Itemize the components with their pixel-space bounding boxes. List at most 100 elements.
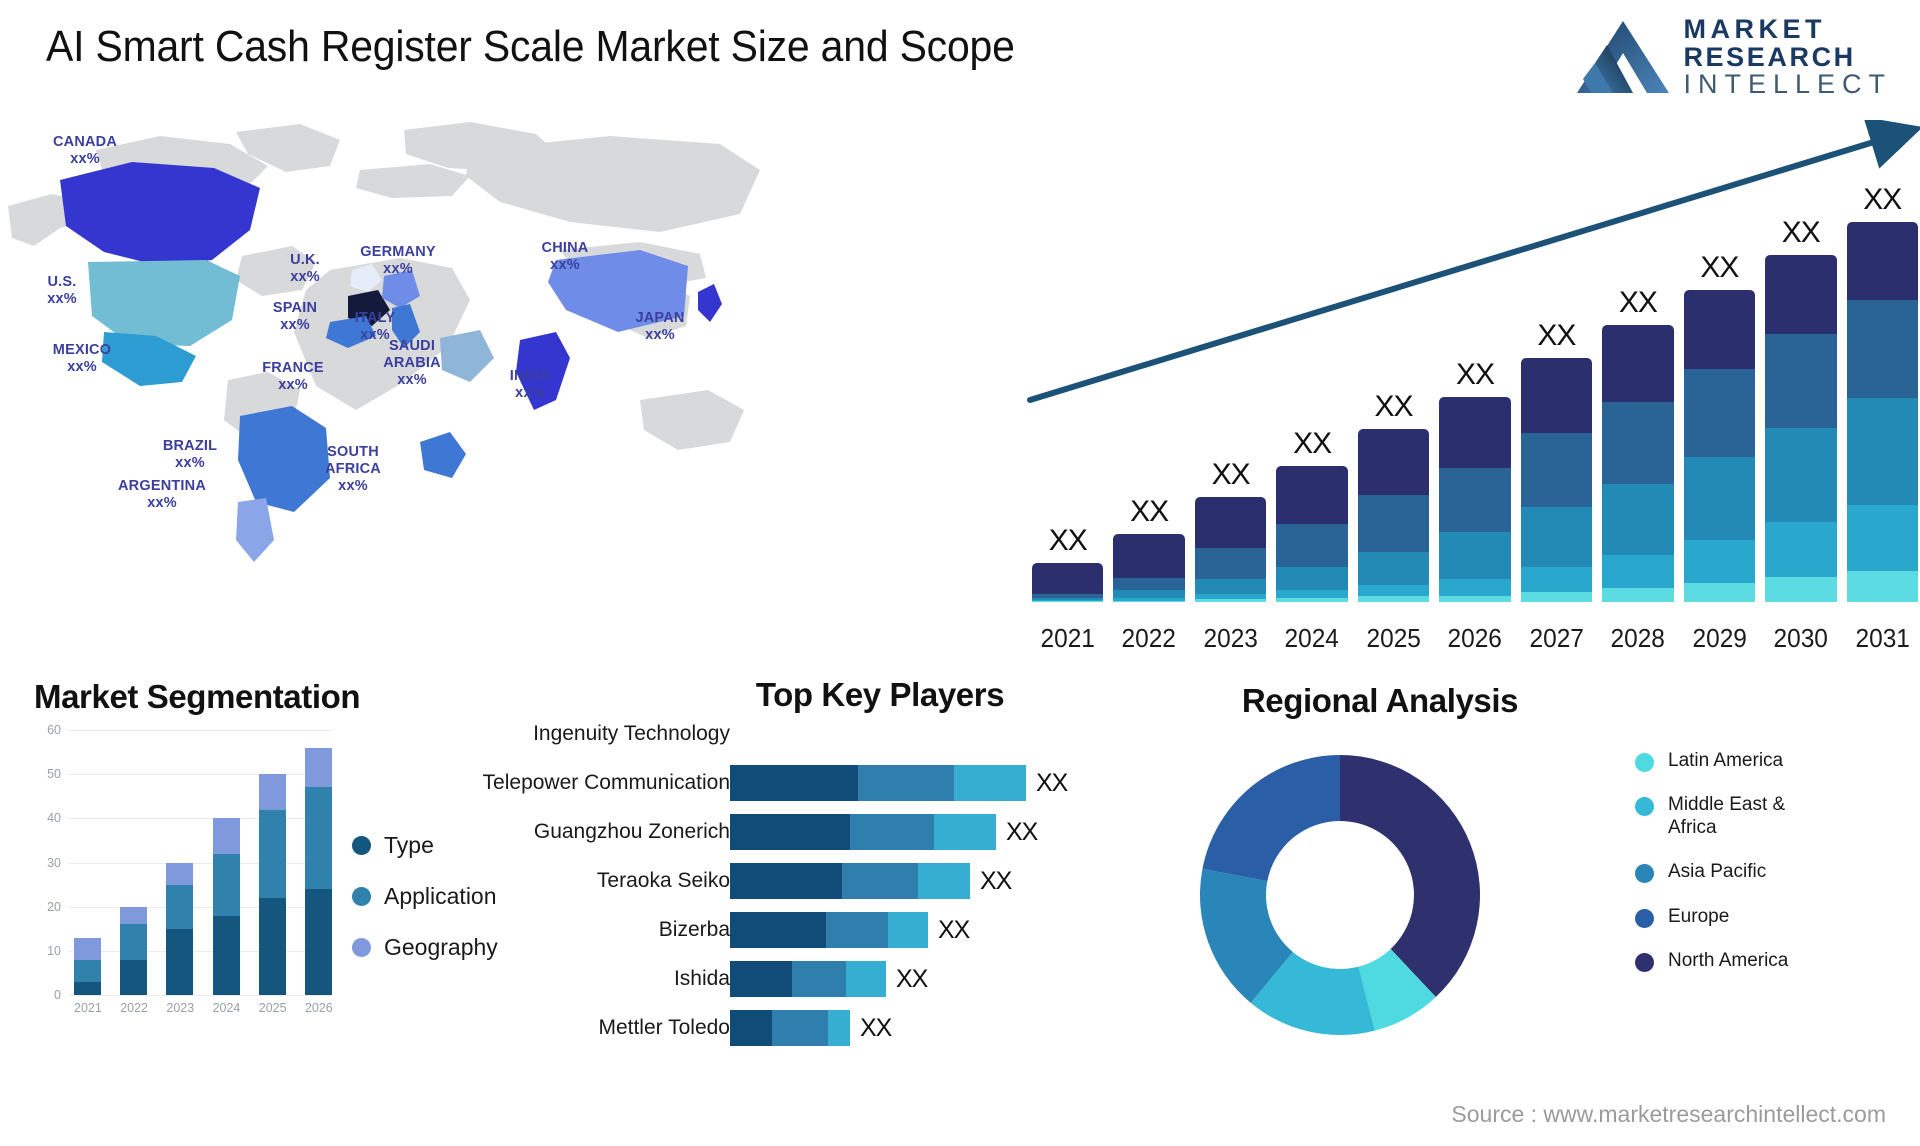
player-segment-seg-1 bbox=[730, 863, 842, 899]
forecast-year-label: 2027 bbox=[1529, 623, 1584, 653]
legend-dot-icon bbox=[1635, 864, 1654, 884]
logo-line-1: MARKET bbox=[1683, 14, 1826, 44]
segmentation-bar-2025 bbox=[258, 730, 286, 995]
forecast-year-label: 2030 bbox=[1773, 623, 1828, 653]
player-segment-seg-1 bbox=[730, 765, 858, 801]
segmentation-segment-application bbox=[166, 884, 194, 929]
regional-legend-item: Latin America bbox=[1635, 750, 1808, 772]
segmentation-y-tick: 20 bbox=[47, 899, 61, 914]
player-segment-seg-2 bbox=[792, 961, 846, 997]
forecast-segment-segment-4 bbox=[1357, 584, 1430, 597]
forecast-year-label: 2026 bbox=[1447, 623, 1503, 653]
forecast-bar-2024: XX bbox=[1276, 427, 1348, 602]
player-segment-seg-2 bbox=[850, 814, 934, 850]
segmentation-bar-2026 bbox=[304, 730, 332, 995]
segmentation-segment-application bbox=[304, 787, 332, 889]
forecast-segment-segment-1 bbox=[1113, 534, 1185, 578]
legend-dot-icon bbox=[352, 887, 371, 906]
player-segment-seg-1 bbox=[730, 814, 850, 850]
player-value: XX bbox=[1006, 817, 1038, 846]
segmentation-y-tick: 0 bbox=[54, 988, 61, 1002]
forecast-bar-stack bbox=[1846, 222, 1918, 602]
map-country-saudi bbox=[440, 330, 494, 382]
map-country-china bbox=[548, 250, 688, 332]
forecast-bar-value: XX bbox=[1374, 390, 1414, 424]
map-country-south-africa bbox=[420, 432, 466, 478]
forecast-bar-value: XX bbox=[1537, 318, 1576, 352]
segmentation-x-axis: 2021 2022 2023 2024 2025 2026 bbox=[74, 1001, 333, 1015]
forecast-segment-segment-4 bbox=[1683, 539, 1756, 583]
forecast-segment-segment-2 bbox=[1276, 524, 1348, 568]
segmentation-legend-label: Geography bbox=[384, 934, 498, 960]
forecast-segment-segment-5 bbox=[1602, 588, 1674, 602]
player-value: XX bbox=[1036, 768, 1068, 797]
infographic-page: AI Smart Cash Register Scale Market Size… bbox=[0, 0, 1920, 1146]
forecast-segment-segment-1 bbox=[1765, 254, 1837, 335]
player-segment-seg-1 bbox=[730, 961, 792, 997]
forecast-segment-segment-1 bbox=[1602, 324, 1674, 403]
regional-legend-item: Asia Pacific bbox=[1635, 861, 1808, 884]
forecast-segment-segment-5 bbox=[1439, 596, 1511, 602]
forecast-bar-stack bbox=[1194, 497, 1267, 602]
player-bar bbox=[730, 765, 1026, 801]
forecast-bar-stack bbox=[1439, 396, 1511, 603]
source-text: Source : www.marketresearchintellect.com bbox=[1451, 1101, 1886, 1127]
market-segmentation-section: Market Segmentation 0 10 20 30 40 50 60 2021 20… bbox=[22, 678, 632, 1130]
segmentation-x-label: 2022 bbox=[120, 1001, 148, 1015]
forecast-segment-segment-2 bbox=[1846, 299, 1918, 399]
forecast-segment-segment-3 bbox=[1276, 567, 1348, 591]
player-segment-seg-3 bbox=[846, 961, 886, 997]
forecast-segment-segment-1 bbox=[1439, 396, 1511, 469]
legend-dot-icon bbox=[1635, 797, 1654, 817]
segmentation-legend-item: Application bbox=[352, 883, 498, 910]
segmentation-bar-2023 bbox=[166, 730, 194, 995]
segmentation-x-label: 2021 bbox=[74, 1001, 102, 1015]
regional-legend-item: Europe bbox=[1635, 906, 1808, 928]
world-map: CANADA xx% U.S. xx% MEXICO xx% BRAZIL xx% AR… bbox=[0, 110, 810, 565]
player-value: XX bbox=[980, 866, 1012, 895]
forecast-segment-segment-4 bbox=[1765, 522, 1837, 577]
forecast-year-label: 2021 bbox=[1040, 623, 1095, 653]
player-row: Guangzhou Zonerich XX bbox=[534, 814, 1038, 850]
forecast-year-label: 2023 bbox=[1203, 623, 1258, 653]
forecast-segment-segment-5 bbox=[1357, 596, 1430, 602]
segmentation-x-label: 2026 bbox=[304, 1001, 333, 1015]
segmentation-segment-geography bbox=[258, 774, 286, 810]
player-value: XX bbox=[896, 964, 928, 993]
forecast-segment-segment-5 bbox=[1520, 592, 1593, 602]
legend-dot-icon bbox=[1635, 953, 1654, 973]
player-segment-seg-3 bbox=[828, 1010, 850, 1046]
map-country-india bbox=[516, 332, 570, 410]
forecast-bar-2023: XX bbox=[1194, 458, 1267, 602]
forecast-year-label: 2024 bbox=[1284, 623, 1340, 653]
forecast-segment-segment-2 bbox=[1113, 577, 1185, 591]
player-segment-seg-2 bbox=[842, 863, 918, 899]
player-row: Mettler Toledo XX bbox=[598, 1010, 892, 1046]
player-segment-seg-1 bbox=[730, 912, 826, 948]
top-key-players-section: Top Key Players Ingenuity Technology Tele… bbox=[483, 676, 1160, 1130]
segmentation-legend-label: Type bbox=[384, 832, 434, 858]
player-name: Telepower Communication bbox=[482, 771, 730, 794]
forecast-bar-value: XX bbox=[1863, 183, 1902, 216]
segmentation-bars bbox=[74, 730, 332, 995]
forecast-segment-segment-5 bbox=[1846, 570, 1918, 602]
segmentation-segment-application bbox=[120, 924, 148, 960]
player-segment-seg-3 bbox=[954, 765, 1026, 801]
forecast-bar-stack bbox=[1602, 324, 1674, 602]
forecast-segment-segment-5 bbox=[1683, 582, 1756, 602]
regional-analysis-section: Regional Analysis Latin America Middle Ea… bbox=[1150, 682, 1920, 1130]
forecast-year-axis: 2021 2022 2023 2024 2025 2026 2027 2028 2029 2030… bbox=[1032, 623, 1918, 654]
donut-slice-europe bbox=[1202, 755, 1340, 882]
segmentation-gridline: 0 bbox=[54, 988, 332, 1002]
forecast-bar-value: XX bbox=[1700, 250, 1739, 284]
segmentation-y-tick: 40 bbox=[47, 811, 61, 826]
forecast-segment-segment-3 bbox=[1765, 427, 1837, 523]
forecast-segment-segment-2 bbox=[1520, 433, 1593, 507]
forecast-segment-segment-3 bbox=[1194, 578, 1267, 595]
player-segment-seg-2 bbox=[858, 765, 954, 801]
forecast-segment-segment-4 bbox=[1276, 590, 1348, 599]
player-name: Ishida bbox=[673, 967, 730, 990]
forecast-segment-segment-1 bbox=[1846, 222, 1918, 300]
segmentation-segment-geography bbox=[304, 747, 332, 788]
forecast-segment-segment-4 bbox=[1439, 578, 1511, 597]
